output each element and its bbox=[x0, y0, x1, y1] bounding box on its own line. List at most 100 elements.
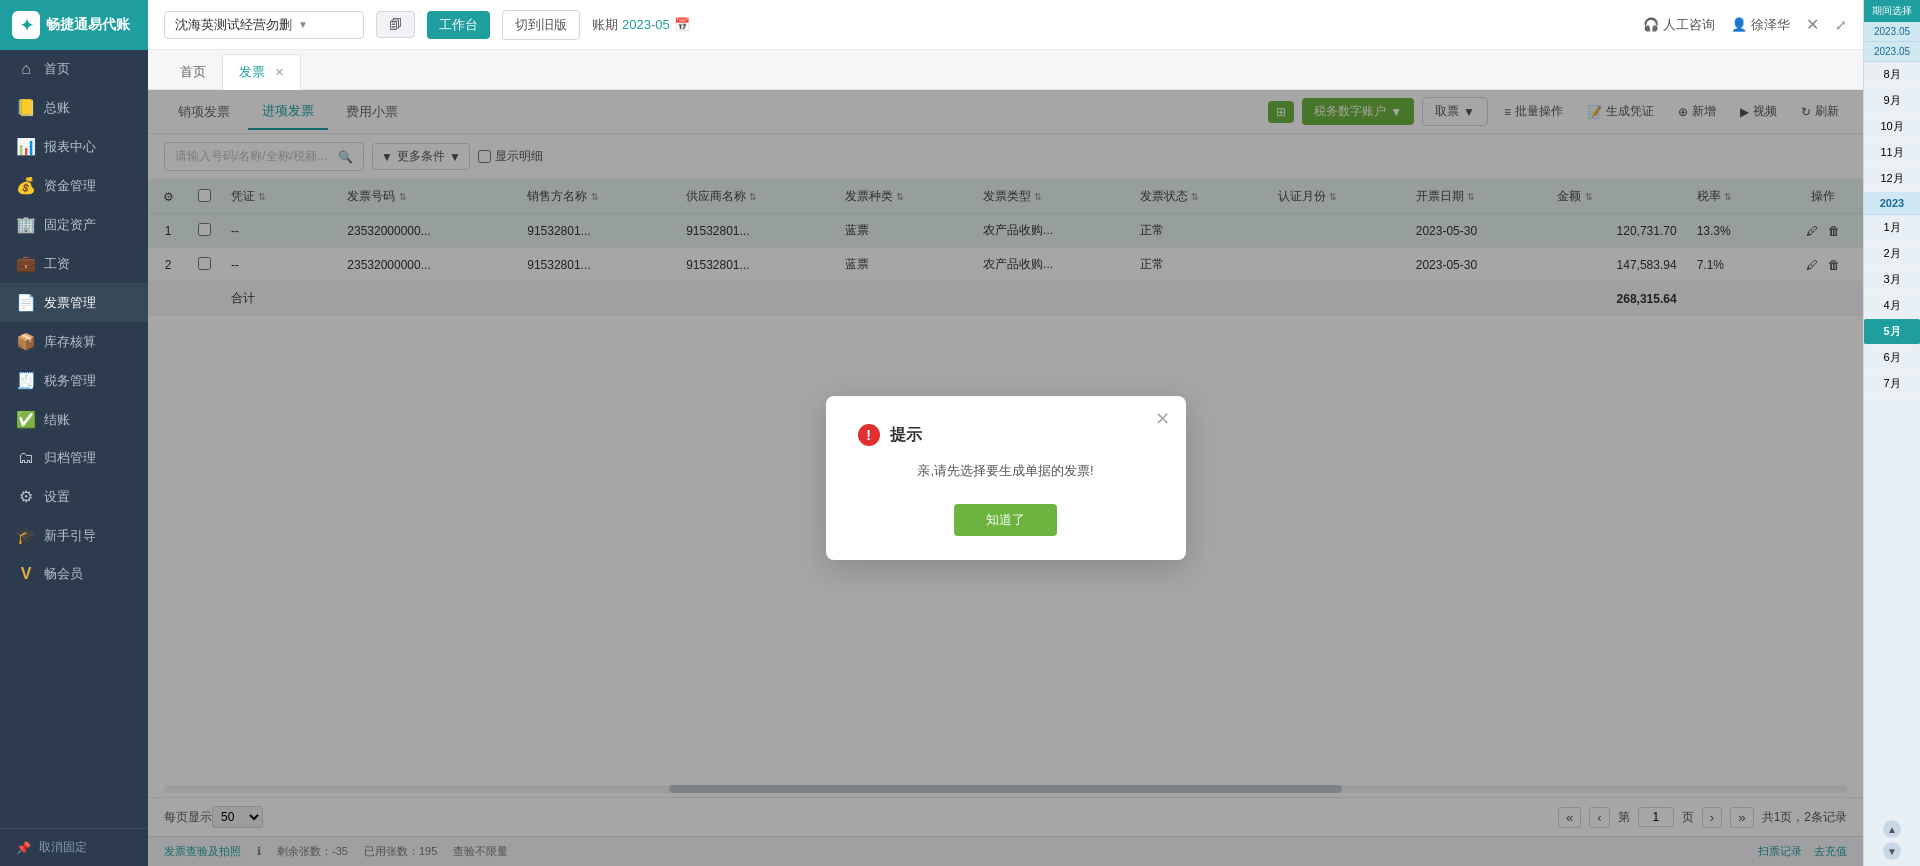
sidebar-item-reports[interactable]: 📊 报表中心 bbox=[0, 127, 148, 166]
sidebar-item-vip[interactable]: V 畅会员 bbox=[0, 555, 148, 593]
modal-warning-icon: ! bbox=[858, 424, 880, 446]
content-area: 销项发票 进项发票 费用小票 ⊞ 税务数字账户 ▼ 取票 ▼ bbox=[148, 90, 1863, 866]
funds-icon: 💰 bbox=[16, 176, 36, 195]
home-icon: ⌂ bbox=[16, 60, 36, 78]
settle-icon: ✅ bbox=[16, 410, 36, 429]
period-item-2[interactable]: 2月 bbox=[1864, 241, 1920, 267]
tab-invoice[interactable]: 发票 ✕ bbox=[222, 54, 301, 90]
unpin-button[interactable]: 📌 取消固定 bbox=[0, 828, 148, 866]
modal-overlay: ✕ ! 提示 亲,请先选择要生成单据的发票! 知道了 bbox=[148, 90, 1863, 866]
sidebar-item-label: 归档管理 bbox=[44, 449, 96, 467]
tab-bar: 首页 发票 ✕ bbox=[148, 50, 1863, 90]
modal-dialog: ✕ ! 提示 亲,请先选择要生成单据的发票! 知道了 bbox=[826, 396, 1186, 560]
panel-controls: ▲ ▼ bbox=[1883, 814, 1901, 866]
logo-icon: ✦ bbox=[12, 11, 40, 39]
sidebar-item-guide[interactable]: 🎓 新手引导 bbox=[0, 516, 148, 555]
right-panel: 期间选择 2023.05 2023.05 8月 9月 10月 11月 12月 2… bbox=[1863, 0, 1920, 866]
salary-icon: 💼 bbox=[16, 254, 36, 273]
period-year-2023[interactable]: 2023 bbox=[1864, 192, 1920, 215]
period-item-10[interactable]: 10月 bbox=[1864, 114, 1920, 140]
copy-company-button[interactable]: 🗐 bbox=[376, 11, 415, 38]
sidebar-item-inventory[interactable]: 📦 库存核算 bbox=[0, 322, 148, 361]
period-item-4[interactable]: 4月 bbox=[1864, 293, 1920, 319]
sidebar-item-home[interactable]: ⌂ 首页 bbox=[0, 50, 148, 88]
topbar: 沈海英测试经营勿删 ▼ 🗐 工作台 切到旧版 账期 2023-05 📅 🎧 人工… bbox=[148, 0, 1863, 50]
main-area: 沈海英测试经营勿删 ▼ 🗐 工作台 切到旧版 账期 2023-05 📅 🎧 人工… bbox=[148, 0, 1863, 866]
sidebar-item-label: 工资 bbox=[44, 255, 70, 273]
modal-ok-button[interactable]: 知道了 bbox=[954, 504, 1057, 536]
service-icon: 🎧 bbox=[1643, 17, 1659, 32]
sidebar-item-label: 库存核算 bbox=[44, 333, 96, 351]
sidebar: ✦ 畅捷通易代账 ⌂ 首页 📒 总账 📊 报表中心 💰 资金管理 🏢 固定资产 … bbox=[0, 0, 148, 866]
company-selector[interactable]: 沈海英测试经营勿删 ▼ bbox=[164, 11, 364, 39]
reports-icon: 📊 bbox=[16, 137, 36, 156]
logo-text: 畅捷通易代账 bbox=[46, 16, 130, 34]
sidebar-item-invoice[interactable]: 📄 发票管理 bbox=[0, 283, 148, 322]
vip-icon: V bbox=[16, 565, 36, 583]
tab-close-icon[interactable]: ✕ bbox=[275, 66, 284, 79]
tab-invoice-label: 发票 bbox=[239, 63, 265, 81]
sidebar-item-label: 首页 bbox=[44, 60, 70, 78]
company-name: 沈海英测试经营勿删 bbox=[175, 16, 292, 34]
sidebar-item-label: 设置 bbox=[44, 488, 70, 506]
close-window-button[interactable]: ✕ bbox=[1806, 15, 1819, 34]
assets-icon: 🏢 bbox=[16, 215, 36, 234]
sidebar-item-assets[interactable]: 🏢 固定资产 bbox=[0, 205, 148, 244]
modal-close-button[interactable]: ✕ bbox=[1155, 408, 1170, 430]
tab-home-label: 首页 bbox=[180, 63, 206, 81]
sidebar-item-label: 结账 bbox=[44, 411, 70, 429]
company-dropdown-icon: ▼ bbox=[298, 19, 308, 30]
scroll-down-button[interactable]: ▼ bbox=[1883, 842, 1901, 860]
sidebar-item-settings[interactable]: ⚙ 设置 bbox=[0, 477, 148, 516]
calendar-icon[interactable]: 📅 bbox=[674, 17, 690, 32]
inventory-icon: 📦 bbox=[16, 332, 36, 351]
period-year-2023-header2: 2023.05 bbox=[1864, 42, 1920, 62]
pin-icon: 📌 bbox=[16, 841, 31, 855]
scroll-up-button[interactable]: ▲ bbox=[1883, 820, 1901, 838]
sidebar-item-label: 资金管理 bbox=[44, 177, 96, 195]
sidebar-item-archive[interactable]: 🗂 归档管理 bbox=[0, 439, 148, 477]
user-menu[interactable]: 👤 徐泽华 bbox=[1731, 16, 1790, 34]
sidebar-item-label: 税务管理 bbox=[44, 372, 96, 390]
expand-window-button[interactable]: ⤢ bbox=[1835, 17, 1847, 33]
sidebar-item-label: 发票管理 bbox=[44, 294, 96, 312]
app-logo: ✦ 畅捷通易代账 bbox=[0, 0, 148, 50]
settings-icon: ⚙ bbox=[16, 487, 36, 506]
period-item-3[interactable]: 3月 bbox=[1864, 267, 1920, 293]
period-year-2023-header: 2023.05 bbox=[1864, 22, 1920, 42]
modal-title-row: ! 提示 bbox=[858, 424, 1154, 446]
sidebar-item-settle[interactable]: ✅ 结账 bbox=[0, 400, 148, 439]
sidebar-item-ledger[interactable]: 📒 总账 bbox=[0, 88, 148, 127]
sidebar-item-salary[interactable]: 💼 工资 bbox=[0, 244, 148, 283]
modal-message: 亲,请先选择要生成单据的发票! bbox=[858, 462, 1154, 480]
workspace-button[interactable]: 工作台 bbox=[427, 11, 490, 39]
tab-home[interactable]: 首页 bbox=[164, 55, 222, 89]
modal-title-text: 提示 bbox=[890, 425, 922, 446]
sidebar-item-funds[interactable]: 💰 资金管理 bbox=[0, 166, 148, 205]
period-item-9[interactable]: 9月 bbox=[1864, 88, 1920, 114]
sidebar-item-label: 固定资产 bbox=[44, 216, 96, 234]
ledger-icon: 📒 bbox=[16, 98, 36, 117]
period-item-8[interactable]: 8月 bbox=[1864, 62, 1920, 88]
tax-icon: 🧾 bbox=[16, 371, 36, 390]
archive-icon: 🗂 bbox=[16, 449, 36, 467]
period-item-6[interactable]: 6月 bbox=[1864, 345, 1920, 371]
period-item-12[interactable]: 12月 bbox=[1864, 166, 1920, 192]
period-item-7[interactable]: 7月 bbox=[1864, 371, 1920, 397]
service-button[interactable]: 🎧 人工咨询 bbox=[1643, 16, 1715, 34]
period-item-1[interactable]: 1月 bbox=[1864, 215, 1920, 241]
switch-version-button[interactable]: 切到旧版 bbox=[502, 10, 580, 40]
sidebar-item-label: 新手引导 bbox=[44, 527, 96, 545]
unpin-label: 取消固定 bbox=[39, 839, 87, 856]
sidebar-item-label: 报表中心 bbox=[44, 138, 96, 156]
period-item-5-active[interactable]: 5月 bbox=[1864, 319, 1920, 345]
period-panel-title: 期间选择 bbox=[1864, 0, 1920, 22]
sidebar-item-label: 总账 bbox=[44, 99, 70, 117]
topbar-right: 🎧 人工咨询 👤 徐泽华 ✕ ⤢ bbox=[1643, 15, 1847, 34]
sidebar-item-tax[interactable]: 🧾 税务管理 bbox=[0, 361, 148, 400]
guide-icon: 🎓 bbox=[16, 526, 36, 545]
invoice-icon: 📄 bbox=[16, 293, 36, 312]
period-label: 账期 2023-05 📅 bbox=[592, 16, 690, 34]
user-icon: 👤 bbox=[1731, 17, 1747, 32]
period-item-11[interactable]: 11月 bbox=[1864, 140, 1920, 166]
